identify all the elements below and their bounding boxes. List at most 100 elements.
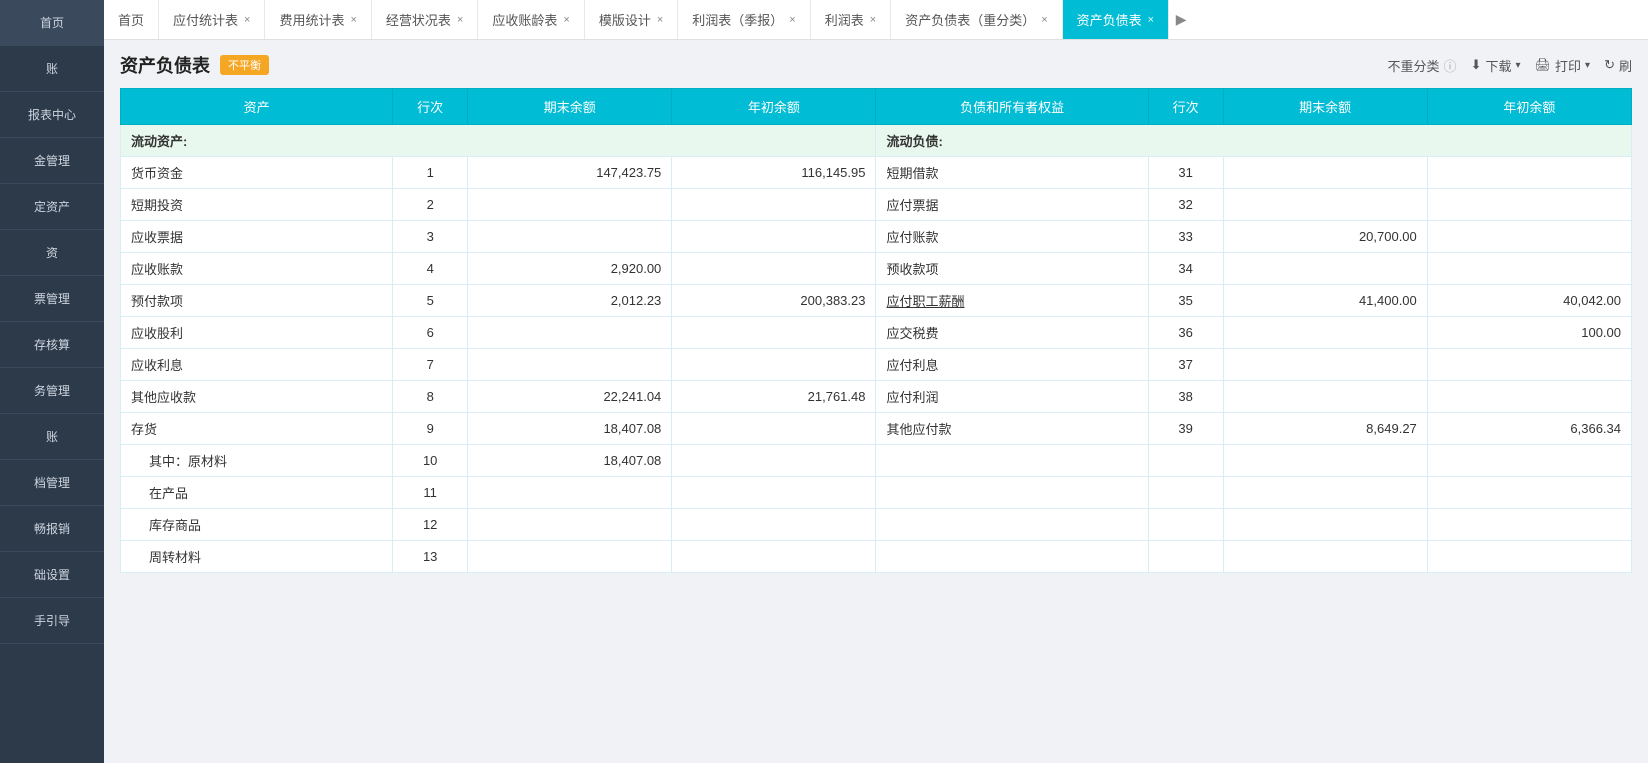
tab-income-statement[interactable]: 利润表 × xyxy=(811,0,891,40)
liability-name: 应付职工薪酬 xyxy=(876,285,1148,317)
close-tab-ap-summary[interactable]: × xyxy=(244,14,250,26)
year-start-balance: 200,383.23 xyxy=(672,285,876,317)
header-row-num2: 行次 xyxy=(1148,89,1223,125)
download-icon: ⬇ xyxy=(1471,57,1482,73)
sidebar-item-home[interactable]: 首页 xyxy=(0,0,104,46)
section-row: 流动资产: 流动负债: xyxy=(121,125,1632,157)
tab-scroll-right[interactable]: ▶ xyxy=(1169,0,1193,40)
asset-name: 周转材料 xyxy=(121,541,393,573)
sidebar-item-settings[interactable]: 础设置 xyxy=(0,552,104,598)
end-balance2 xyxy=(1223,157,1427,189)
print-chevron-icon: ▾ xyxy=(1585,60,1590,71)
table-row: 货币资金 1 147,423.75 116,145.95 短期借款 31 xyxy=(121,157,1632,189)
asset-name: 存货 xyxy=(121,413,393,445)
year-start-balance2 xyxy=(1427,541,1631,573)
end-balance xyxy=(468,317,672,349)
header-liabilities: 负债和所有者权益 xyxy=(876,89,1148,125)
sidebar-item-expense[interactable]: 畅报销 xyxy=(0,506,104,552)
end-balance2: 8,649.27 xyxy=(1223,413,1427,445)
liability-name xyxy=(876,445,1148,477)
header-end-balance2: 期末余额 xyxy=(1223,89,1427,125)
row-number: 5 xyxy=(393,285,468,317)
end-balance: 2,920.00 xyxy=(468,253,672,285)
sidebar-item-account[interactable]: 账 xyxy=(0,46,104,92)
asset-name: 应收账款 xyxy=(121,253,393,285)
close-tab-business-status[interactable]: × xyxy=(457,14,463,26)
end-balance xyxy=(468,349,672,381)
year-start-balance2 xyxy=(1427,445,1631,477)
refresh-button[interactable]: ↻ 刷 xyxy=(1604,56,1632,75)
sidebar-item-report-center[interactable]: 报表中心 xyxy=(0,92,104,138)
year-start-balance xyxy=(672,477,876,509)
end-balance xyxy=(468,477,672,509)
help-icon[interactable]: ⓘ xyxy=(1444,56,1457,75)
table-row: 其他应收款 8 22,241.04 21,761.48 应付利润 38 xyxy=(121,381,1632,413)
close-tab-income-quarterly[interactable]: × xyxy=(789,14,795,26)
row-number2: 39 xyxy=(1148,413,1223,445)
tab-ap-summary[interactable]: 应付统计表 × xyxy=(159,0,265,40)
header-actions: 不重分类 ⓘ ⬇ 下载 ▾ 🖨 打印 ▾ ↻ 刷 xyxy=(1388,56,1632,75)
year-start-balance2 xyxy=(1427,349,1631,381)
year-start-balance2 xyxy=(1427,253,1631,285)
tab-template-design[interactable]: 模版设计 × xyxy=(585,0,678,40)
row-number: 12 xyxy=(393,509,468,541)
download-button[interactable]: ⬇ 下载 ▾ xyxy=(1471,56,1521,75)
sidebar-item-fund-management[interactable]: 金管理 xyxy=(0,138,104,184)
liability-name: 应付账款 xyxy=(876,221,1148,253)
table-row: 在产品 11 xyxy=(121,477,1632,509)
liability-name: 预收款项 xyxy=(876,253,1148,285)
close-tab-template-design[interactable]: × xyxy=(657,14,663,26)
sidebar-item-guide[interactable]: 手引导 xyxy=(0,598,104,644)
row-number2: 37 xyxy=(1148,349,1223,381)
sidebar-item-debt-management[interactable]: 务管理 xyxy=(0,368,104,414)
asset-name: 库存商品 xyxy=(121,509,393,541)
row-number2: 34 xyxy=(1148,253,1223,285)
end-balance xyxy=(468,221,672,253)
end-balance: 22,241.04 xyxy=(468,381,672,413)
row-number: 3 xyxy=(393,221,468,253)
close-tab-income-statement[interactable]: × xyxy=(870,14,876,26)
tab-expense-summary[interactable]: 费用统计表 × xyxy=(265,0,371,40)
tab-balance-sheet[interactable]: 资产负债表 × xyxy=(1063,0,1169,40)
page-title-area: 资产负债表 不平衡 xyxy=(120,52,269,78)
year-start-balance2 xyxy=(1427,189,1631,221)
table-row: 应收利息 7 应付利息 37 xyxy=(121,349,1632,381)
asset-name: 预付款项 xyxy=(121,285,393,317)
sidebar-item-inventory[interactable]: 存核算 xyxy=(0,322,104,368)
year-start-balance xyxy=(672,413,876,445)
asset-name: 短期投资 xyxy=(121,189,393,221)
year-start-balance xyxy=(672,445,876,477)
page-content: 资产负债表 不平衡 不重分类 ⓘ ⬇ 下载 ▾ 🖨 打印 ▾ xyxy=(104,40,1648,763)
end-balance2 xyxy=(1223,317,1427,349)
table-row: 库存商品 12 xyxy=(121,509,1632,541)
tab-ar-aging[interactable]: 应收账龄表 × xyxy=(478,0,584,40)
end-balance2 xyxy=(1223,509,1427,541)
tab-business-status[interactable]: 经营状况表 × xyxy=(372,0,478,40)
tab-income-quarterly[interactable]: 利润表（季报） × xyxy=(678,0,810,40)
tab-balance-reclassify[interactable]: 资产负债表（重分类） × xyxy=(891,0,1062,40)
row-number2: 31 xyxy=(1148,157,1223,189)
year-start-balance xyxy=(672,509,876,541)
year-start-balance xyxy=(672,253,876,285)
asset-name: 应收股利 xyxy=(121,317,393,349)
close-tab-balance-sheet[interactable]: × xyxy=(1148,14,1154,26)
year-start-balance2 xyxy=(1427,381,1631,413)
table-row: 应收股利 6 应交税费 36 100.00 xyxy=(121,317,1632,349)
no-reclassify-option[interactable]: 不重分类 ⓘ xyxy=(1388,56,1457,75)
close-tab-expense-summary[interactable]: × xyxy=(350,14,356,26)
sidebar-item-ticket-management[interactable]: 票管理 xyxy=(0,276,104,322)
header-year-start2: 年初余额 xyxy=(1427,89,1631,125)
end-balance: 147,423.75 xyxy=(468,157,672,189)
unbalanced-badge: 不平衡 xyxy=(220,55,269,75)
row-number2 xyxy=(1148,477,1223,509)
tab-home[interactable]: 首页 xyxy=(104,0,159,40)
sidebar-item-ledger[interactable]: 账 xyxy=(0,414,104,460)
sidebar-item-investment[interactable]: 资 xyxy=(0,230,104,276)
close-tab-ar-aging[interactable]: × xyxy=(563,14,569,26)
year-start-balance2 xyxy=(1427,477,1631,509)
sidebar-item-archive[interactable]: 档管理 xyxy=(0,460,104,506)
year-start-balance2: 6,366.34 xyxy=(1427,413,1631,445)
close-tab-balance-reclassify[interactable]: × xyxy=(1041,14,1047,26)
print-button[interactable]: 🖨 打印 ▾ xyxy=(1535,56,1591,75)
sidebar-item-fixed-assets[interactable]: 定资产 xyxy=(0,184,104,230)
